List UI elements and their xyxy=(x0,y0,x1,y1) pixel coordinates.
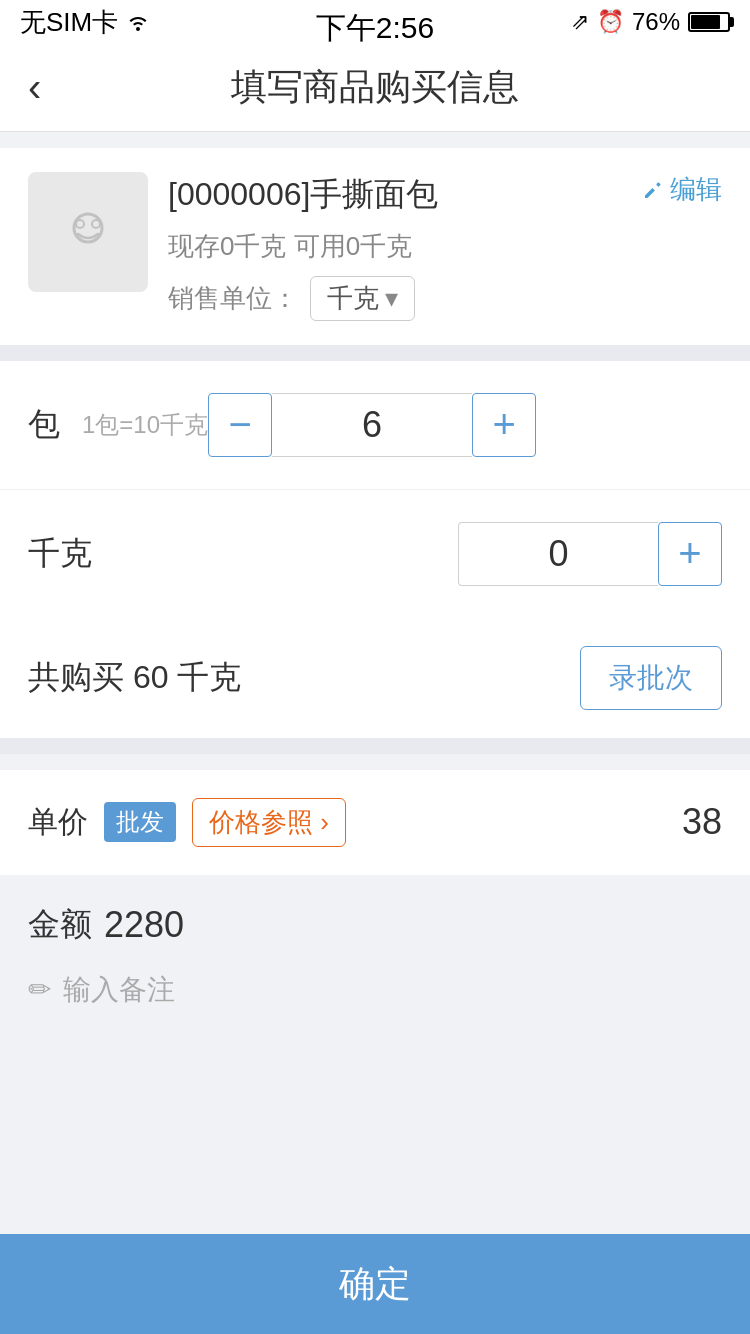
total-label: 共购买 60 千克 xyxy=(28,656,580,700)
price-value: 38 xyxy=(682,801,722,843)
product-stock: 现存0千克 可用0千克 xyxy=(168,229,722,264)
edit-icon xyxy=(642,179,664,201)
page-title: 填写商品购买信息 xyxy=(231,63,519,112)
amount-row: 金额 2280 xyxy=(28,903,722,947)
bao-plus-button[interactable]: + xyxy=(472,393,536,457)
bao-controls: − + xyxy=(208,393,536,457)
battery-icon xyxy=(688,12,730,32)
carrier-text: 无SIM卡 xyxy=(20,5,118,40)
amount-section: 金额 2280 ✏ 输入备注 xyxy=(0,875,750,1033)
bao-label: 包 xyxy=(28,403,60,447)
kg-row: 千克 + xyxy=(0,490,750,618)
minus-icon: − xyxy=(228,402,251,447)
alarm-icon: ⏰ xyxy=(597,9,624,35)
bao-section: 包 1包=10千克 − + 千克 + xyxy=(0,361,750,618)
unit-select[interactable]: 千克 ▾ xyxy=(310,276,415,321)
kg-plus-button[interactable]: + xyxy=(658,522,722,586)
kg-label: 千克 xyxy=(28,532,458,576)
edit-label: 编辑 xyxy=(670,172,722,207)
bao-input[interactable] xyxy=(272,393,472,457)
product-card: [0000006]手撕面包 现存0千克 可用0千克 销售单位： 千克 ▾ 编辑 xyxy=(0,148,750,345)
wifi-icon xyxy=(126,13,150,31)
bao-minus-button[interactable]: − xyxy=(208,393,272,457)
back-button[interactable]: ‹ xyxy=(28,65,41,110)
product-unit-row: 销售单位： 千克 ▾ xyxy=(168,276,722,321)
batch-button[interactable]: 录批次 xyxy=(580,646,722,710)
dropdown-icon: ▾ xyxy=(385,283,398,314)
kg-plus-icon: + xyxy=(678,531,701,576)
status-time: 下午2:56 xyxy=(316,8,434,49)
unit-label: 销售单位： xyxy=(168,281,298,316)
location-icon: ⇗ xyxy=(571,9,589,35)
svg-point-2 xyxy=(92,220,100,228)
svg-point-1 xyxy=(76,220,84,228)
remark-row[interactable]: ✏ 输入备注 xyxy=(28,971,722,1033)
nav-bar: ‹ 填写商品购买信息 xyxy=(0,44,750,132)
remark-placeholder: 输入备注 xyxy=(63,971,175,1009)
status-carrier: 无SIM卡 xyxy=(20,5,150,40)
bao-row: 包 1包=10千克 − + xyxy=(0,361,750,490)
kg-controls: + xyxy=(458,522,722,586)
price-section: 单价 批发 价格参照 › 38 xyxy=(0,770,750,875)
total-row: 共购买 60 千克 录批次 xyxy=(0,618,750,738)
amount-value: 2280 xyxy=(104,904,184,946)
product-image xyxy=(28,172,148,292)
status-bar: 无SIM卡 下午2:56 ⇗ ⏰ 76% xyxy=(0,0,750,44)
price-tag: 批发 xyxy=(104,802,176,842)
unit-value: 千克 xyxy=(327,281,379,316)
amount-label: 金额 xyxy=(28,903,92,947)
confirm-label: 确定 xyxy=(339,1260,411,1309)
price-label: 单价 xyxy=(28,802,88,843)
price-ref-button[interactable]: 价格参照 › xyxy=(192,798,346,847)
section-divider-2 xyxy=(0,738,750,754)
kg-input[interactable] xyxy=(458,522,658,586)
edit-button[interactable]: 编辑 xyxy=(642,172,722,207)
confirm-button[interactable]: 确定 xyxy=(0,1234,750,1334)
section-divider-1 xyxy=(0,345,750,361)
product-info: [0000006]手撕面包 现存0千克 可用0千克 销售单位： 千克 ▾ xyxy=(168,172,722,321)
plus-icon: + xyxy=(492,402,515,447)
price-row: 单价 批发 价格参照 › 38 xyxy=(28,798,722,847)
battery-percent: 76% xyxy=(632,8,680,36)
status-right: ⇗ ⏰ 76% xyxy=(571,8,730,36)
remark-icon: ✏ xyxy=(28,973,51,1006)
product-name: [0000006]手撕面包 xyxy=(168,172,722,217)
bao-hint: 1包=10千克 xyxy=(82,409,208,441)
